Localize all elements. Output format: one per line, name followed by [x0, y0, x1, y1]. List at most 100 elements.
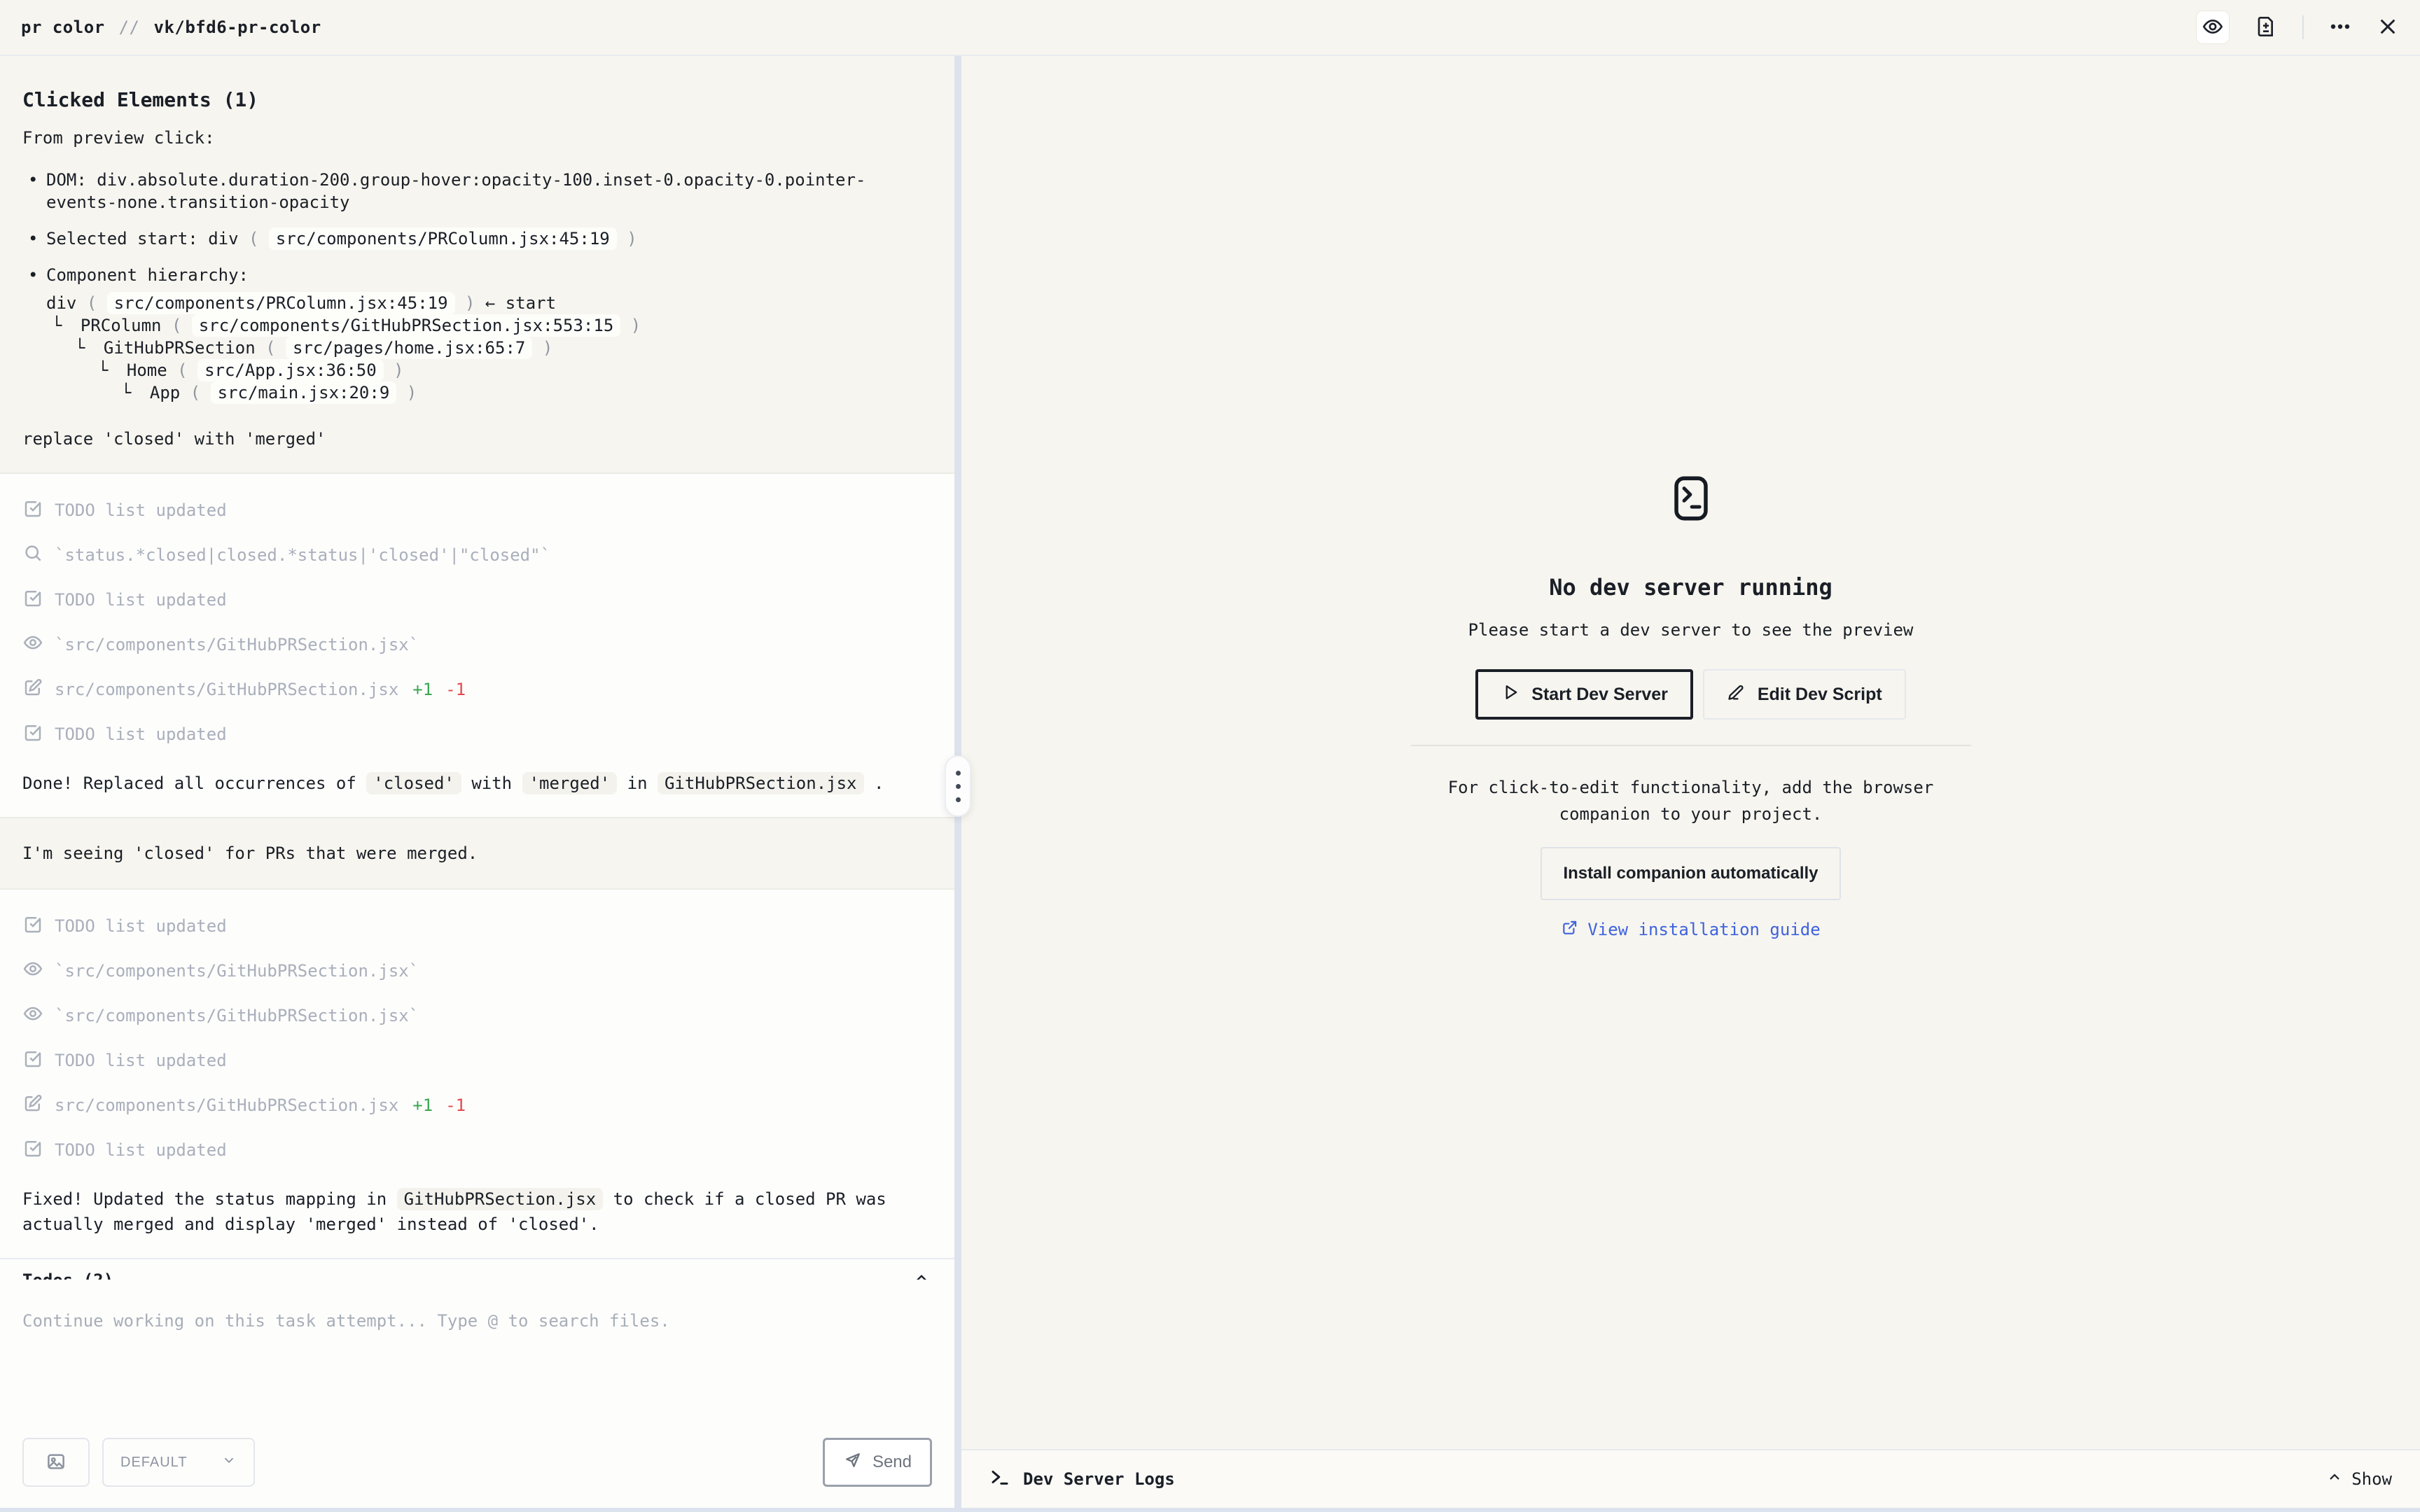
tool-row-todo[interactable]: TODO list updated — [22, 488, 932, 533]
paren-close: ) — [630, 316, 641, 335]
file-path-chip[interactable]: src/main.jsx:20:9 — [210, 382, 397, 404]
tree-connector: └ — [98, 360, 109, 380]
title-separator: // — [118, 18, 140, 37]
composer: Continue working on this task attempt...… — [0, 1280, 954, 1508]
panel-resize-divider[interactable] — [945, 56, 971, 1508]
tool-row-todo[interactable]: TODO list updated — [22, 904, 932, 948]
tree-connector: └ — [75, 338, 85, 358]
paren-open: ( — [177, 360, 188, 380]
handle-dot — [955, 770, 961, 776]
chat-scroll-area[interactable]: Clicked Elements (1) From preview click:… — [0, 56, 954, 1280]
tool-row-todo[interactable]: TODO list updated — [22, 1128, 932, 1172]
dev-server-logs-label: Dev Server Logs — [1023, 1469, 1175, 1489]
show-logs-toggle[interactable]: Show — [2326, 1469, 2392, 1490]
topbar-divider — [2302, 15, 2304, 39]
terminal-prompt-icon — [989, 1466, 1010, 1492]
tool-row-edit-file[interactable]: src/components/GitHubPRSection.jsx +1 -1 — [22, 1083, 932, 1128]
install-companion-button[interactable]: Install companion automatically — [1541, 847, 1841, 900]
tool-row-read-file[interactable]: `src/components/GitHubPRSection.jsx` — [22, 948, 932, 993]
todos-section-header[interactable]: Todos (2) — [0, 1258, 954, 1280]
tool-label: `src/components/GitHubPRSection.jsx` — [55, 635, 419, 654]
panel-resize-handle[interactable] — [945, 755, 971, 817]
diff-added-count: +1 — [412, 1096, 433, 1115]
more-options-button[interactable] — [2329, 15, 2351, 40]
installation-guide-link[interactable]: View installation guide — [1561, 918, 1821, 941]
tool-label: src/components/GitHubPRSection.jsx — [55, 1096, 399, 1115]
check-square-icon — [22, 1138, 43, 1163]
close-icon — [2377, 15, 2399, 40]
show-logs-label: Show — [2351, 1469, 2392, 1489]
tool-label: TODO list updated — [55, 724, 227, 744]
chevron-up-icon — [2326, 1469, 2343, 1490]
preview-panel: No dev server running Please start a dev… — [961, 56, 2420, 1508]
paren-close: ) — [627, 229, 637, 248]
user-message-text: I'm seeing 'closed' for PRs that were me… — [22, 844, 478, 863]
message-text: Done! Replaced all occurrences of — [22, 774, 367, 793]
pencil-icon — [1727, 682, 1746, 707]
component-name: Home — [126, 360, 167, 380]
conversation-panel: Clicked Elements (1) From preview click:… — [0, 56, 954, 1508]
dev-server-buttons: Start Dev Server Edit Dev Script — [1475, 669, 1906, 720]
inline-code: 'merged' — [522, 772, 618, 794]
task-title-breadcrumb: pr color // vk/bfd6-pr-color — [21, 18, 321, 37]
diff-view-button[interactable] — [2255, 15, 2277, 40]
top-bar: pr color // vk/bfd6-pr-color — [0, 0, 2420, 56]
message-text: with — [461, 774, 522, 793]
from-preview-label: From preview click: — [22, 128, 215, 148]
tree-row: └ App ( src/main.jsx:20:9 ) — [46, 382, 926, 404]
file-path-chip[interactable]: src/components/GitHubPRSection.jsx:553:1… — [191, 314, 621, 337]
send-button[interactable]: Send — [822, 1438, 932, 1487]
tool-label: TODO list updated — [55, 1140, 227, 1160]
composer-controls: DEFAULT Send — [22, 1438, 932, 1487]
diff-removed-count: -1 — [445, 1096, 466, 1115]
tool-row-search[interactable]: `status.*closed|closed.*status|'closed'|… — [22, 533, 932, 578]
play-icon — [1501, 682, 1520, 707]
clicked-elements-title: Clicked Elements (1) — [22, 88, 259, 111]
close-button[interactable] — [2377, 15, 2399, 40]
edit-dev-script-button[interactable]: Edit Dev Script — [1702, 669, 1906, 720]
tool-row-todo[interactable]: TODO list updated — [22, 1038, 932, 1083]
chevron-up-icon[interactable] — [912, 1269, 931, 1280]
tool-row-todo[interactable]: TODO list updated — [22, 578, 932, 622]
tool-row-edit-file[interactable]: src/components/GitHubPRSection.jsx +1 -1 — [22, 667, 932, 712]
preview-toggle-button[interactable] — [2196, 10, 2230, 44]
tree-row: └ GitHubPRSection ( src/pages/home.jsx:6… — [46, 337, 926, 359]
main-split: Clicked Elements (1) From preview click:… — [0, 56, 2420, 1508]
tool-label: `src/components/GitHubPRSection.jsx` — [55, 961, 419, 981]
terminal-icon — [1673, 476, 1709, 525]
message-text: Fixed! Updated the status mapping in — [22, 1189, 397, 1209]
clicked-elements-block: Clicked Elements (1) From preview click:… — [0, 56, 954, 474]
tool-calls-group: TODO list updated `src/components/GitHub… — [0, 890, 954, 1258]
paren-open: ( — [249, 229, 259, 248]
diff-added-count: +1 — [412, 680, 433, 699]
file-path-chip[interactable]: src/App.jsx:36:50 — [197, 359, 384, 382]
paren-close: ) — [406, 383, 417, 402]
tree-row: └ PRColumn ( src/components/GitHubPRSect… — [46, 314, 926, 337]
composer-input[interactable]: Continue working on this task attempt...… — [22, 1309, 932, 1333]
tree-connector: └ — [121, 383, 132, 402]
attach-image-button[interactable] — [22, 1438, 90, 1487]
check-square-icon — [22, 1048, 43, 1073]
image-icon — [46, 1451, 67, 1474]
tool-row-read-file[interactable]: `src/components/GitHubPRSection.jsx` — [22, 993, 932, 1038]
external-link-icon — [1561, 918, 1579, 941]
selected-start-label: Selected start: div — [46, 229, 239, 248]
message-text: in — [617, 774, 658, 793]
tool-label: TODO list updated — [55, 1051, 227, 1070]
variant-select[interactable]: DEFAULT — [102, 1438, 255, 1487]
paren-close: ) — [542, 338, 553, 358]
file-path-chip[interactable]: src/components/PRColumn.jsx:45:19 — [268, 227, 617, 250]
send-label: Send — [872, 1452, 912, 1471]
tool-row-todo[interactable]: TODO list updated — [22, 712, 932, 757]
file-path-chip[interactable]: src/pages/home.jsx:65:7 — [286, 337, 533, 359]
tree-connector: └ — [52, 316, 62, 335]
file-diff-icon — [2255, 15, 2277, 40]
file-path-chip[interactable]: src/components/PRColumn.jsx:45:19 — [106, 292, 455, 314]
inline-code: 'closed' — [366, 772, 461, 794]
hierarchy-label: Component hierarchy: — [46, 265, 249, 285]
eye-icon — [22, 958, 43, 983]
eye-icon — [22, 632, 43, 657]
tool-row-read-file[interactable]: `src/components/GitHubPRSection.jsx` — [22, 622, 932, 667]
start-dev-server-button[interactable]: Start Dev Server — [1475, 669, 1693, 720]
selected-start-bullet: Selected start: div ( src/components/PRC… — [22, 227, 926, 250]
